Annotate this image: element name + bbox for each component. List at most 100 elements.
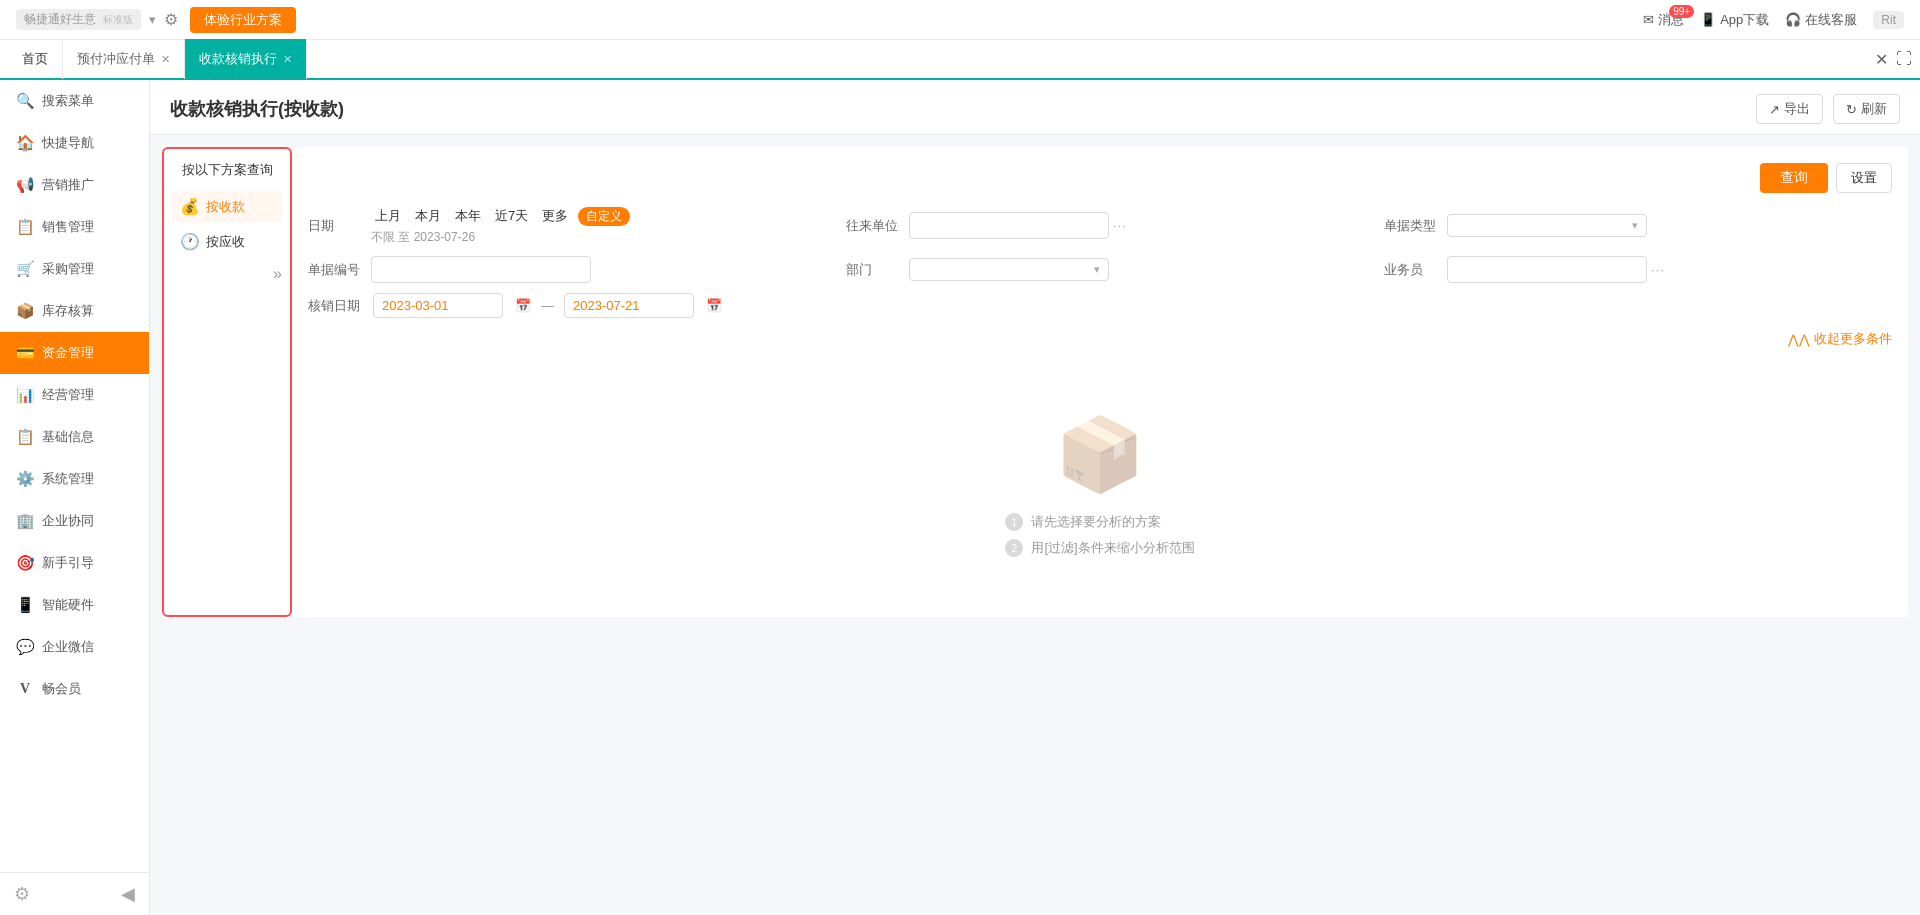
more-conditions-area: ⋀⋀ 收起更多条件 [308, 330, 1892, 352]
sidebar-item-smart-hw[interactable]: 📱 智能硬件 [0, 584, 149, 626]
user-avatar[interactable]: Rit [1873, 11, 1904, 29]
sidebar-item-system[interactable]: ⚙️ 系统管理 [0, 458, 149, 500]
query-by-receipt-item[interactable]: 💰 按收款 [172, 191, 282, 222]
tab-expand-button[interactable]: ⛶ [1896, 50, 1912, 68]
sidebar-item-label: 营销推广 [42, 176, 94, 194]
dept-select[interactable]: ▾ [909, 258, 1109, 281]
tab-close-all-button[interactable]: ✕ [1875, 50, 1888, 69]
date-last-month-btn[interactable]: 上月 [371, 205, 405, 227]
query-by-receipt-label: 按收款 [206, 198, 245, 216]
dept-label: 部门 [846, 261, 901, 279]
doc-type-select[interactable]: ▾ [1447, 214, 1647, 237]
partner-label: 往来单位 [846, 217, 901, 235]
tab-prepay[interactable]: 预付冲应付单 ✕ [63, 39, 185, 79]
sidebar-bottom: ⚙ ◀ [0, 872, 149, 915]
sidebar-item-label: 新手引导 [42, 554, 94, 572]
partner-input-wrap: ··· [909, 212, 1127, 239]
headset-icon: 🎧 [1785, 12, 1801, 27]
tab-home[interactable]: 首页 [8, 39, 63, 79]
app-download-button[interactable]: 📱 App下载 [1700, 11, 1769, 29]
staff-dots-icon[interactable]: ··· [1651, 262, 1665, 277]
date-this-month-btn[interactable]: 本月 [411, 205, 445, 227]
date-7days-btn[interactable]: 近7天 [491, 205, 532, 227]
query-by-receivable-item[interactable]: 🕐 按应收 [172, 226, 282, 257]
sidebar-item-member[interactable]: V 畅会员 [0, 668, 149, 710]
date-more-btn[interactable]: 更多 [538, 205, 572, 227]
sidebar-item-finance[interactable]: 💳 资金管理 [0, 332, 149, 374]
sidebar-item-operation[interactable]: 📊 经营管理 [0, 374, 149, 416]
sidebar-item-purchase[interactable]: 🛒 采购管理 [0, 248, 149, 290]
doc-type-label: 单据类型 [1384, 217, 1439, 235]
refresh-button[interactable]: ↻ 刷新 [1833, 94, 1900, 124]
date-this-year-btn[interactable]: 本年 [451, 205, 485, 227]
finance-icon: 💳 [16, 344, 34, 362]
refresh-label: 刷新 [1861, 100, 1887, 118]
sidebar-item-label: 基础信息 [42, 428, 94, 446]
message-button[interactable]: ✉ 消息 99+ [1643, 11, 1684, 29]
export-button[interactable]: ↗ 导出 [1756, 94, 1823, 124]
basics-icon: 📋 [16, 428, 34, 446]
verify-date-end-input[interactable] [564, 293, 694, 318]
doc-no-label: 单据编号 [308, 261, 363, 279]
verify-date-start-input[interactable] [373, 293, 503, 318]
calendar-end-icon[interactable]: 📅 [706, 298, 722, 313]
sidebar-item-search-menu[interactable]: 🔍 搜索菜单 [0, 80, 149, 122]
logo: 畅捷通好生意 标准版 [16, 9, 141, 30]
empty-state: 📦 1 请先选择要分析的方案 2 用[过滤]条件来缩小分析范围 [308, 352, 1892, 617]
dropdown-arrow-icon[interactable]: ▾ [149, 12, 156, 27]
sidebar-item-label: 智能硬件 [42, 596, 94, 614]
sidebar-item-guide[interactable]: 🎯 新手引导 [0, 542, 149, 584]
date-custom-tag[interactable]: 自定义 [578, 207, 630, 226]
sidebar-collapse-button[interactable]: ◀ [121, 883, 135, 905]
more-conditions-button[interactable]: ⋀⋀ 收起更多条件 [1788, 330, 1892, 348]
left-query-title: 按以下方案查询 [172, 161, 282, 179]
home-icon: 🏠 [16, 134, 34, 152]
sidebar-item-wechat[interactable]: 💬 企业微信 [0, 626, 149, 668]
date-filter-item: 日期 上月 本月 本年 近7天 更多 自定义 不限 至 2023-07-26 [308, 205, 816, 246]
solution-button[interactable]: 体验行业方案 [190, 7, 296, 33]
sidebar-item-label: 采购管理 [42, 260, 94, 278]
purchase-icon: 🛒 [16, 260, 34, 278]
marketing-icon: 📢 [16, 176, 34, 194]
collapse-panel-button[interactable]: » [172, 265, 282, 283]
setting-button[interactable]: 设置 [1836, 163, 1892, 193]
message-icon: ✉ [1643, 12, 1654, 27]
gear-icon[interactable]: ⚙ [164, 10, 178, 29]
system-icon: ⚙️ [16, 470, 34, 488]
right-filter-content: 查询 设置 日期 上月 本月 本年 近7天 [292, 147, 1908, 617]
date-separator: — [541, 298, 554, 313]
calendar-start-icon[interactable]: 📅 [515, 298, 531, 313]
sales-icon: 📋 [16, 218, 34, 236]
tip-num-2: 2 [1005, 539, 1023, 557]
staff-input[interactable] [1447, 256, 1647, 283]
partner-dots-icon[interactable]: ··· [1113, 218, 1127, 233]
tab-bar: 首页 预付冲应付单 ✕ 收款核销执行 ✕ ✕ ⛶ [0, 40, 1920, 80]
sidebar-settings-button[interactable]: ⚙ [14, 883, 30, 905]
sidebar-item-marketing[interactable]: 📢 营销推广 [0, 164, 149, 206]
query-btn-area: 查询 设置 [308, 163, 1892, 193]
tab-receipt-close-icon[interactable]: ✕ [283, 53, 292, 66]
doc-type-filter-item: 单据类型 ▾ [1384, 205, 1892, 246]
sidebar-item-sales[interactable]: 📋 销售管理 [0, 206, 149, 248]
date-shortcuts: 上月 本月 本年 近7天 更多 自定义 [371, 205, 630, 227]
doc-no-input[interactable] [371, 256, 591, 283]
doc-no-filter-item: 单据编号 [308, 256, 816, 283]
sidebar: 🔍 搜索菜单 🏠 快捷导航 📢 营销推广 📋 销售管理 🛒 采购管理 📦 库存核… [0, 80, 150, 915]
sidebar-item-quick-nav[interactable]: 🏠 快捷导航 [0, 122, 149, 164]
export-icon: ↗ [1769, 102, 1780, 117]
sidebar-item-enterprise[interactable]: 🏢 企业协同 [0, 500, 149, 542]
sidebar-item-label: 快捷导航 [42, 134, 94, 152]
guide-icon: 🎯 [16, 554, 34, 572]
dept-filter-item: 部门 ▾ [846, 256, 1354, 283]
top-bar-right: ✉ 消息 99+ 📱 App下载 🎧 在线客服 Rit [1643, 11, 1904, 29]
sidebar-item-inventory[interactable]: 📦 库存核算 [0, 290, 149, 332]
inventory-icon: 📦 [16, 302, 34, 320]
tab-receipt[interactable]: 收款核销执行 ✕ [185, 39, 307, 79]
query-button[interactable]: 查询 [1760, 163, 1828, 193]
service-button[interactable]: 🎧 在线客服 [1785, 11, 1857, 29]
partner-input[interactable] [909, 212, 1109, 239]
chevron-down-icon: ▾ [1094, 263, 1100, 276]
tab-prepay-close-icon[interactable]: ✕ [161, 53, 170, 66]
sidebar-item-basics[interactable]: 📋 基础信息 [0, 416, 149, 458]
tip-num-1: 1 [1005, 513, 1023, 531]
